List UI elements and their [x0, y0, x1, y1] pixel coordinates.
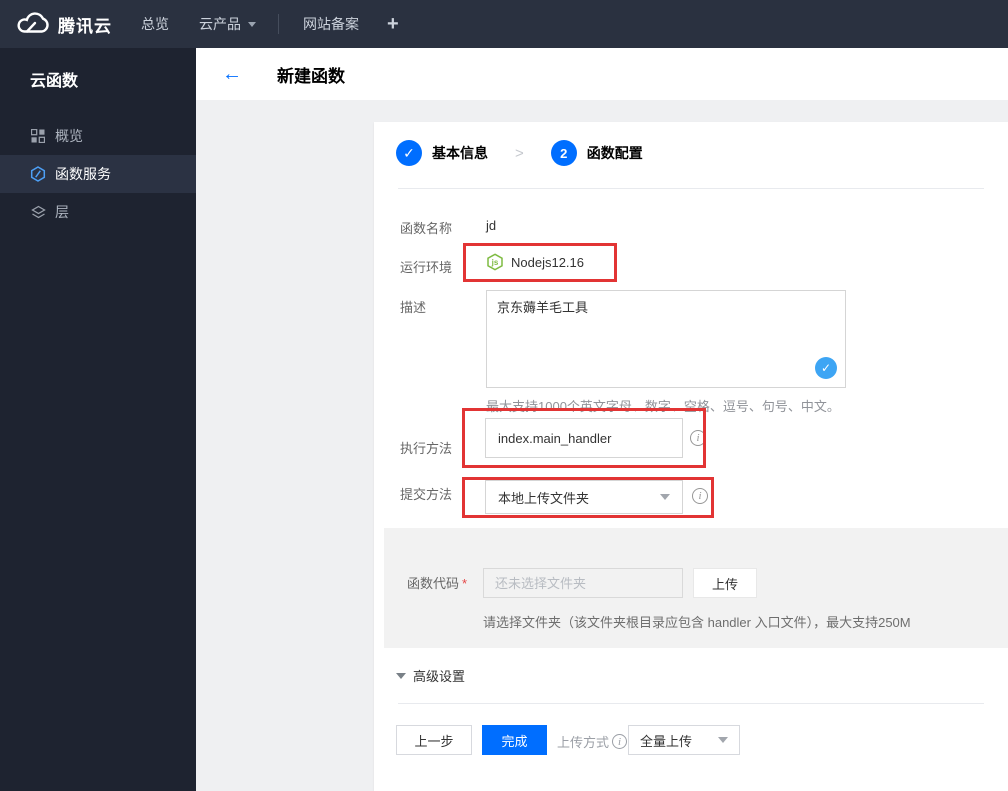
sidebar-menu: 概览 函数服务 层: [0, 117, 196, 231]
function-code-label: 函数代码 *: [407, 573, 467, 592]
submit-method-select[interactable]: 本地上传文件夹: [485, 480, 683, 514]
page-title: 新建函数: [277, 66, 345, 86]
folder-path-input[interactable]: [483, 568, 683, 598]
function-name-label: 函数名称: [400, 221, 453, 236]
sidebar: 云函数 概览 函数服务 层: [0, 48, 196, 791]
previous-step-button[interactable]: 上一步: [396, 725, 472, 755]
advanced-settings-toggle[interactable]: 高级设置: [396, 666, 465, 685]
handler-input[interactable]: [485, 418, 683, 458]
grid-icon: [30, 128, 46, 144]
nodejs-icon: js: [486, 253, 504, 271]
upload-mode-select[interactable]: 全量上传: [628, 725, 740, 755]
description-textarea[interactable]: 京东薅羊毛工具: [486, 290, 846, 388]
step2-label: 函数配置: [586, 145, 643, 161]
description-value: 京东薅羊毛工具: [497, 300, 589, 315]
sidebar-item-layers[interactable]: 层: [0, 193, 196, 231]
svg-text:js: js: [491, 258, 499, 267]
runtime-value: Nodejs12.16: [511, 254, 584, 270]
submit-method-value: 本地上传文件夹: [498, 490, 590, 506]
function-code-section: 函数代码* 上传 请选择文件夹（该文件夹根目录应包含 handler 入口文件）…: [384, 528, 1008, 648]
select-caret-icon: [718, 737, 728, 743]
step1-label: 基本信息: [432, 145, 488, 161]
finish-button[interactable]: 完成: [482, 725, 547, 755]
required-asterisk: *: [462, 576, 468, 591]
handler-info-icon[interactable]: [690, 430, 706, 446]
brand-name: 腾讯云: [58, 16, 112, 36]
steps-divider: [398, 188, 984, 189]
step-chevron-icon: [515, 145, 524, 162]
submit-method-info-icon[interactable]: [692, 488, 708, 504]
upload-mode-info-icon[interactable]: [612, 734, 628, 749]
step-indicator: 基本信息 2 函数配置: [396, 140, 643, 166]
upload-mode: 上传方式: [557, 732, 628, 751]
description-hint: 最大支持1000个英文字母、数字、空格、逗号、句号、中文。: [486, 399, 840, 414]
nav-item-overview[interactable]: 总览: [141, 14, 169, 34]
sidebar-item-label: 函数服务: [55, 166, 111, 182]
step2-number-badge: 2: [550, 140, 577, 166]
nav-products-label: 云产品: [199, 16, 241, 32]
chevron-down-icon: [248, 21, 256, 27]
description-label: 描述: [400, 300, 427, 315]
sidebar-title: 云函数: [30, 73, 79, 90]
nav-item-website-record[interactable]: 网站备案: [303, 14, 359, 34]
runtime-value-row: js Nodejs12.16: [486, 253, 584, 271]
triangle-down-icon: [396, 672, 406, 679]
scf-hexagon-icon: [30, 166, 46, 182]
runtime-label: 运行环境: [400, 260, 453, 275]
page-header: 新建函数: [196, 48, 1008, 100]
add-tab-button[interactable]: +: [387, 13, 399, 36]
sidebar-item-overview[interactable]: 概览: [0, 117, 196, 155]
tencent-cloud-console: 腾讯云 总览 云产品 网站备案 + 云函数 概览 函数服务 层 ← 新建函数 ✓…: [0, 0, 1008, 791]
upload-mode-label: 上传方式: [557, 735, 610, 750]
nav-item-products[interactable]: 云产品: [199, 14, 256, 34]
tencent-cloud-logo-icon: [15, 12, 49, 36]
sidebar-item-function-service[interactable]: 函数服务: [0, 155, 196, 193]
footer-divider: [398, 703, 984, 704]
submit-method-label: 提交方法: [400, 487, 453, 502]
create-function-card: 基本信息 2 函数配置 函数名称 jd 运行环境 js Nodejs12.16 …: [374, 122, 1008, 791]
upload-mode-value: 全量上传: [640, 733, 693, 749]
select-caret-icon: [660, 494, 670, 500]
top-navbar: 腾讯云 总览 云产品 网站备案 +: [0, 0, 1008, 48]
advanced-settings-label: 高级设置: [413, 669, 466, 684]
function-code-hint: 请选择文件夹（该文件夹根目录应包含 handler 入口文件），最大支持250M: [483, 615, 911, 630]
handler-label: 执行方法: [400, 441, 453, 456]
function-code-label-text: 函数代码: [407, 576, 460, 591]
step1-done-check-icon: [396, 140, 422, 166]
nav-divider: [278, 14, 279, 34]
layers-icon: [30, 204, 46, 220]
upload-button[interactable]: 上传: [693, 568, 757, 598]
sidebar-item-label: 层: [55, 204, 69, 220]
sidebar-item-label: 概览: [55, 128, 83, 144]
back-button[interactable]: [222, 64, 242, 84]
function-name-value: jd: [486, 218, 497, 233]
valid-check-icon: [815, 357, 837, 379]
